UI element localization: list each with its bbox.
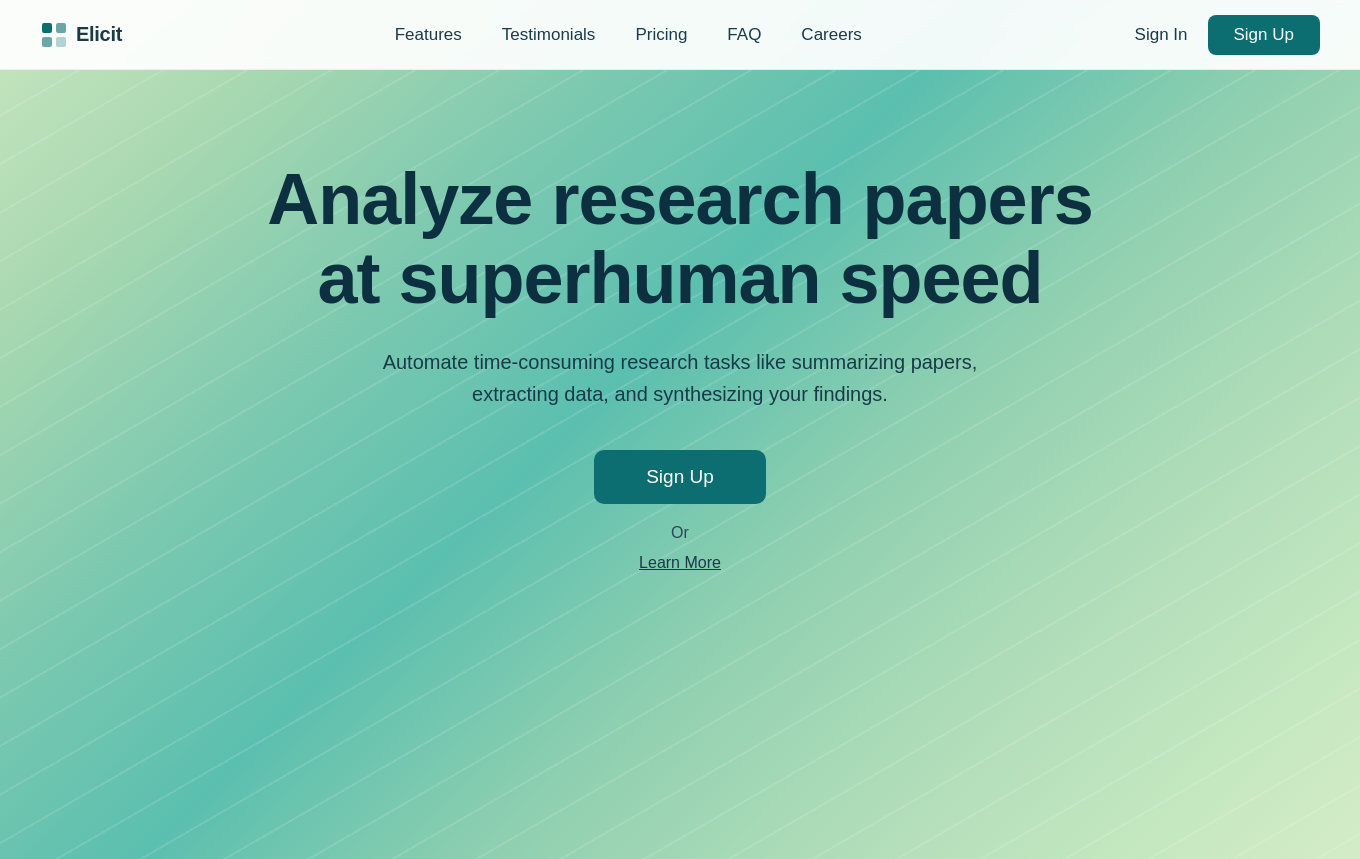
hero-section: Analyze research papers at superhuman sp… [0, 0, 1360, 859]
signup-hero-button[interactable]: Sign Up [594, 450, 766, 504]
svg-rect-1 [56, 23, 66, 33]
svg-rect-3 [56, 37, 66, 47]
hero-cta-group: Sign Up Or Learn More [267, 450, 1092, 572]
hero-title-line1: Analyze research papers [267, 159, 1092, 239]
signup-nav-button[interactable]: Sign Up [1208, 15, 1320, 55]
nav-careers[interactable]: Careers [801, 25, 861, 44]
signin-button[interactable]: Sign In [1135, 25, 1188, 45]
learn-more-button[interactable]: Learn More [639, 554, 721, 572]
hero-or-text: Or [267, 524, 1092, 542]
svg-rect-2 [42, 37, 52, 47]
elicit-logo-icon [40, 21, 68, 49]
logo-link[interactable]: Elicit [40, 21, 122, 49]
svg-rect-0 [42, 23, 52, 33]
hero-title-line2: at superhuman speed [317, 238, 1042, 318]
hero-title: Analyze research papers at superhuman sp… [267, 160, 1092, 318]
hero-content: Analyze research papers at superhuman sp… [247, 160, 1112, 572]
nav-features[interactable]: Features [395, 25, 462, 44]
nav-testimonials[interactable]: Testimonials [502, 25, 596, 44]
navbar: Elicit Features Testimonials Pricing FAQ… [0, 0, 1360, 70]
hero-subtitle: Automate time-consuming research tasks l… [370, 346, 990, 410]
nav-actions: Sign In Sign Up [1135, 15, 1320, 55]
nav-links: Features Testimonials Pricing FAQ Career… [395, 25, 862, 45]
nav-faq[interactable]: FAQ [727, 25, 761, 44]
logo-text: Elicit [76, 23, 122, 46]
nav-pricing[interactable]: Pricing [635, 25, 687, 44]
